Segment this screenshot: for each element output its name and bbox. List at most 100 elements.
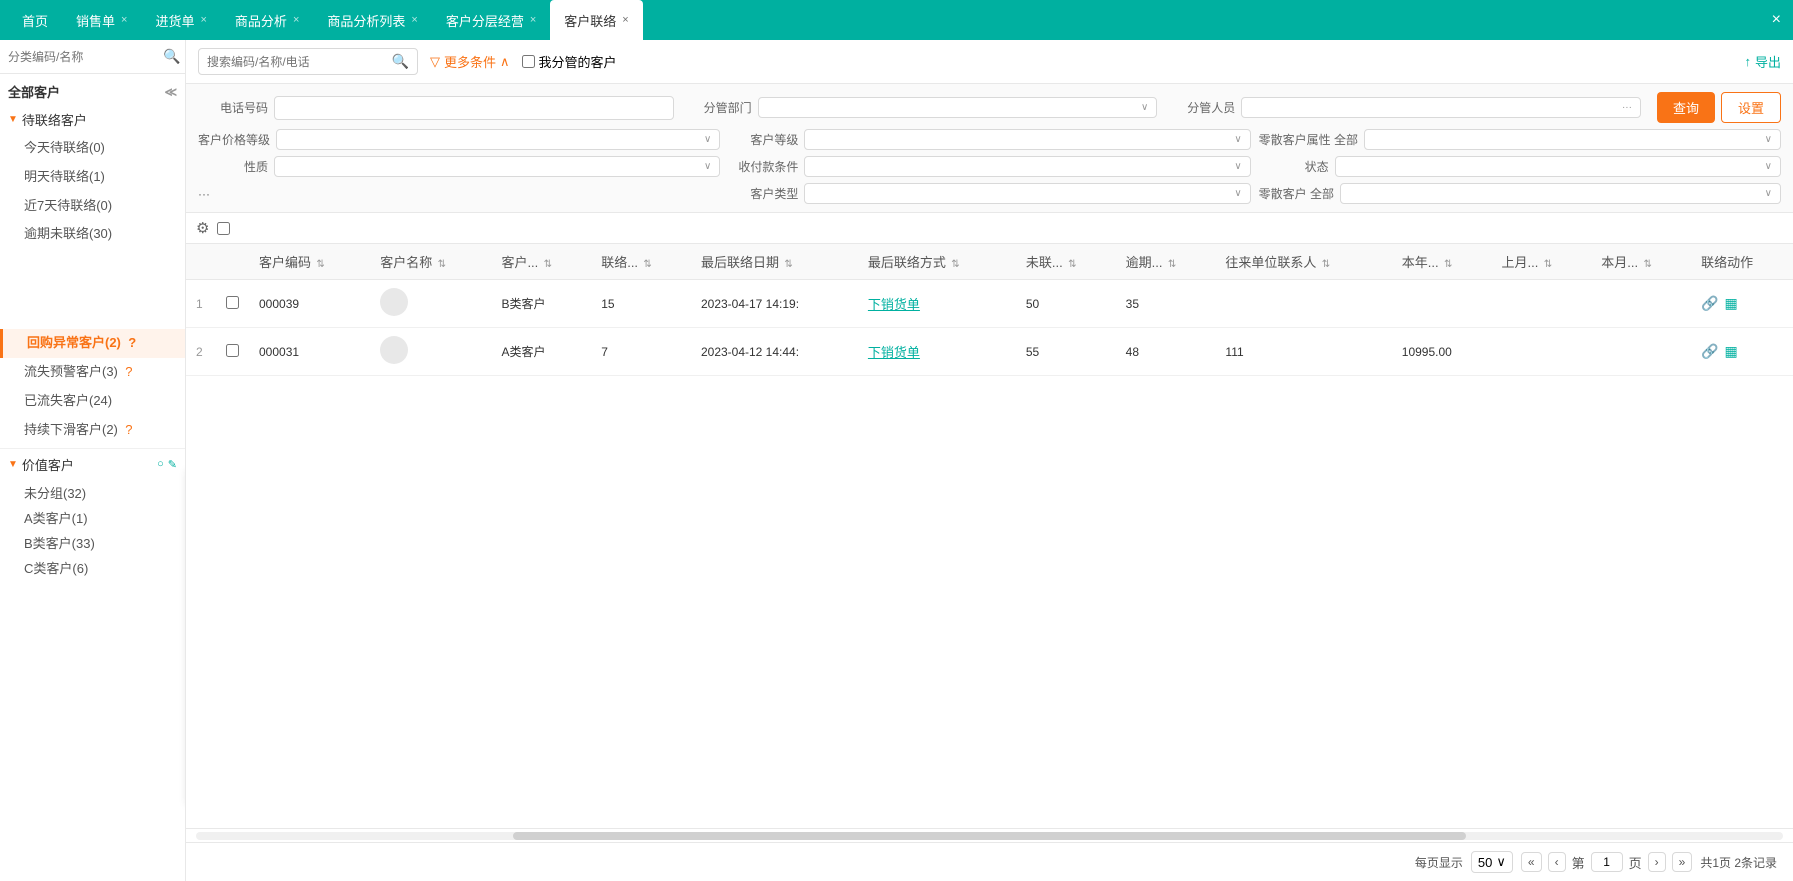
th-contact-count[interactable]: 联络... ⇅ [591, 244, 691, 280]
table-area[interactable]: 客户编码 ⇅ 客户名称 ⇅ 客户... ⇅ 联络... [186, 244, 1793, 828]
action-link-icon-1[interactable]: 🔗 [1701, 295, 1718, 312]
filter-input-phone[interactable] [274, 96, 674, 120]
th-last-contact-date-sort: ⇅ [784, 259, 792, 270]
th-last-contact-date[interactable]: 最后联络日期 ⇅ [691, 244, 858, 280]
nav-tab-customer-contact[interactable]: 客户联络 × [550, 0, 642, 40]
nav-tab-sales-close[interactable]: × [121, 14, 127, 26]
nav-tab-purchase[interactable]: 进货单 × [141, 0, 220, 40]
avatar-2 [380, 336, 408, 364]
nav-tab-analytics-list-close[interactable]: × [411, 14, 417, 26]
action-grid-icon-1[interactable]: ▦ [1725, 295, 1738, 312]
th-current-year[interactable]: 本年... ⇅ [1392, 244, 1492, 280]
th-current-month[interactable]: 本月... ⇅ [1591, 244, 1691, 280]
filter-select-retail-customer[interactable]: ∨ [1340, 183, 1781, 204]
filter-select-price-level[interactable]: ∨ [276, 129, 720, 150]
search-input[interactable] [207, 55, 392, 69]
export-label: 导出 [1755, 52, 1781, 71]
nav-close-all-button[interactable]: × [1772, 11, 1781, 29]
sidebar-subitem-class-c[interactable]: C类客户(6) [0, 555, 185, 580]
th-last-month-sort: ⇅ [1544, 259, 1552, 270]
sidebar-search-icon[interactable]: 🔍 [163, 48, 180, 65]
filter-row-2: 客户价格等级 ∨ 客户等级 ∨ 零散客户属性 全部 [198, 129, 1781, 150]
sidebar-item-lost[interactable]: 已流失客户(24) [0, 387, 185, 416]
th-name[interactable]: 客户名称 ⇅ [370, 244, 491, 280]
th-customer-type[interactable]: 客户... ⇅ [491, 244, 591, 280]
sidebar-all-customers-header[interactable]: 全部客户 ≪ [0, 74, 185, 105]
nav-tab-customer-segment[interactable]: 客户分层经营 × [432, 0, 550, 40]
sidebar-value-edit-icon[interactable]: ○ [157, 458, 164, 471]
last-page-button[interactable]: » [1672, 852, 1693, 872]
sidebar-item-tomorrow-pending[interactable]: 明天待联络(1) [0, 163, 185, 192]
nav-tab-customer-segment-close[interactable]: × [530, 14, 536, 26]
cell-overdue-2: 48 [1116, 328, 1216, 376]
prev-page-button[interactable]: ‹ [1548, 852, 1566, 872]
nav-tab-analytics[interactable]: 商品分析 × [221, 0, 313, 40]
th-last-contact-method[interactable]: 最后联络方式 ⇅ [858, 244, 1016, 280]
sidebar-value-settings-icon[interactable]: ✎ [168, 458, 177, 471]
my-customers-filter: 我分管的客户 [522, 52, 617, 71]
nav-tab-analytics-list[interactable]: 商品分析列表 × [313, 0, 431, 40]
sidebar-subitem-ungrouped[interactable]: 未分组(32) [0, 480, 185, 505]
more-conditions-button[interactable]: ▽ 更多条件 ∧ [430, 52, 510, 71]
th-overdue[interactable]: 逾期... ⇅ [1116, 244, 1216, 280]
filter-select-manager[interactable]: ··· [1241, 97, 1641, 118]
settings-button[interactable]: 设置 [1721, 92, 1781, 123]
next-page-button[interactable]: › [1648, 852, 1666, 872]
sidebar-search-input[interactable] [8, 50, 163, 64]
nav-tab-home[interactable]: 首页 [8, 0, 62, 40]
th-action-label: 联络动作 [1701, 255, 1753, 270]
th-uncontacted-label: 未联... [1026, 255, 1063, 270]
per-page-select[interactable]: 50 ∨ [1471, 851, 1513, 873]
th-code[interactable]: 客户编码 ⇅ [249, 244, 370, 280]
link-last-contact-method-2[interactable]: 下销货单 [868, 345, 920, 360]
filter-select-nature[interactable]: ∨ [274, 156, 720, 177]
cell-uncontacted-1: 50 [1016, 280, 1116, 328]
th-last-month[interactable]: 上月... ⇅ [1492, 244, 1592, 280]
sidebar-item-today-pending[interactable]: 今天待联络(0) [0, 134, 185, 163]
sidebar-item-repurchase-anomaly[interactable]: 回购异常客户(2) ? [0, 329, 185, 358]
filter-select-status[interactable]: ∨ [1335, 156, 1781, 177]
first-page-button[interactable]: « [1521, 852, 1542, 872]
sidebar: 🔍 全部客户 ≪ ▼ 待联络客户 今天待联络(0) 明天待联络(1) 近7天待联… [0, 40, 186, 881]
scrollbar-thumb[interactable] [513, 832, 1465, 840]
sidebar-subitem-class-b-label: B类客户(33) [24, 536, 95, 551]
row-checkbox-1[interactable] [226, 296, 239, 309]
current-page-input[interactable] [1591, 852, 1623, 872]
per-page-value: 50 [1478, 855, 1492, 870]
sidebar-value-group[interactable]: ▼ 价值客户 ○ ✎ [0, 448, 185, 480]
table-select-all-checkbox[interactable] [217, 222, 230, 235]
th-uncontacted[interactable]: 未联... ⇅ [1016, 244, 1116, 280]
table-settings-icon[interactable]: ⚙ [196, 219, 209, 237]
filter-more-button[interactable]: ··· [198, 187, 210, 201]
my-customers-checkbox[interactable] [522, 55, 535, 68]
sidebar-item-lost-preview[interactable]: 流失预警客户(3) ? [0, 358, 185, 387]
sidebar-item-overdue-pending[interactable]: 逾期未联络(30) [0, 220, 185, 249]
sidebar-collapse-button[interactable]: ≪ [164, 85, 177, 99]
nav-tab-analytics-close[interactable]: × [293, 14, 299, 26]
nav-tab-purchase-close[interactable]: × [200, 14, 206, 26]
sidebar-item-declining[interactable]: 持续下滑客户(2) ? [0, 416, 185, 445]
filter-select-customer-type[interactable]: ∨ [804, 183, 1250, 204]
filter-label-customer-level: 客户等级 [728, 131, 798, 148]
th-related-contacts[interactable]: 往来单位联系人 ⇅ [1215, 244, 1391, 280]
filter-label-payment: 收付款条件 [728, 158, 798, 175]
sidebar-item-week-pending[interactable]: 近7天待联络(0) [0, 192, 185, 221]
sidebar-subitem-class-a[interactable]: A类客户(1) [0, 505, 185, 530]
sidebar-subitem-class-b[interactable]: B类客户(33) [0, 530, 185, 555]
horizontal-scrollbar[interactable] [186, 828, 1793, 842]
filter-select-customer-level[interactable]: ∨ [804, 129, 1250, 150]
action-grid-icon-2[interactable]: ▦ [1725, 343, 1738, 360]
search-icon[interactable]: 🔍 [392, 53, 409, 70]
filter-select-department[interactable]: ∨ [758, 97, 1158, 118]
filter-select-retail-attr[interactable]: ∨ [1364, 129, 1781, 150]
filter-select-payment[interactable]: ∨ [804, 156, 1250, 177]
nav-tab-customer-contact-close[interactable]: × [622, 14, 628, 26]
th-overdue-label: 逾期... [1126, 255, 1163, 270]
link-last-contact-method-1[interactable]: 下销货单 [868, 297, 920, 312]
export-button[interactable]: ↑ 导出 [1744, 52, 1781, 71]
query-button[interactable]: 查询 [1657, 92, 1715, 123]
action-link-icon-2[interactable]: 🔗 [1701, 343, 1718, 360]
nav-tab-sales[interactable]: 销售单 × [62, 0, 141, 40]
row-checkbox-2[interactable] [226, 344, 239, 357]
sidebar-pending-group[interactable]: ▼ 待联络客户 [0, 105, 185, 134]
